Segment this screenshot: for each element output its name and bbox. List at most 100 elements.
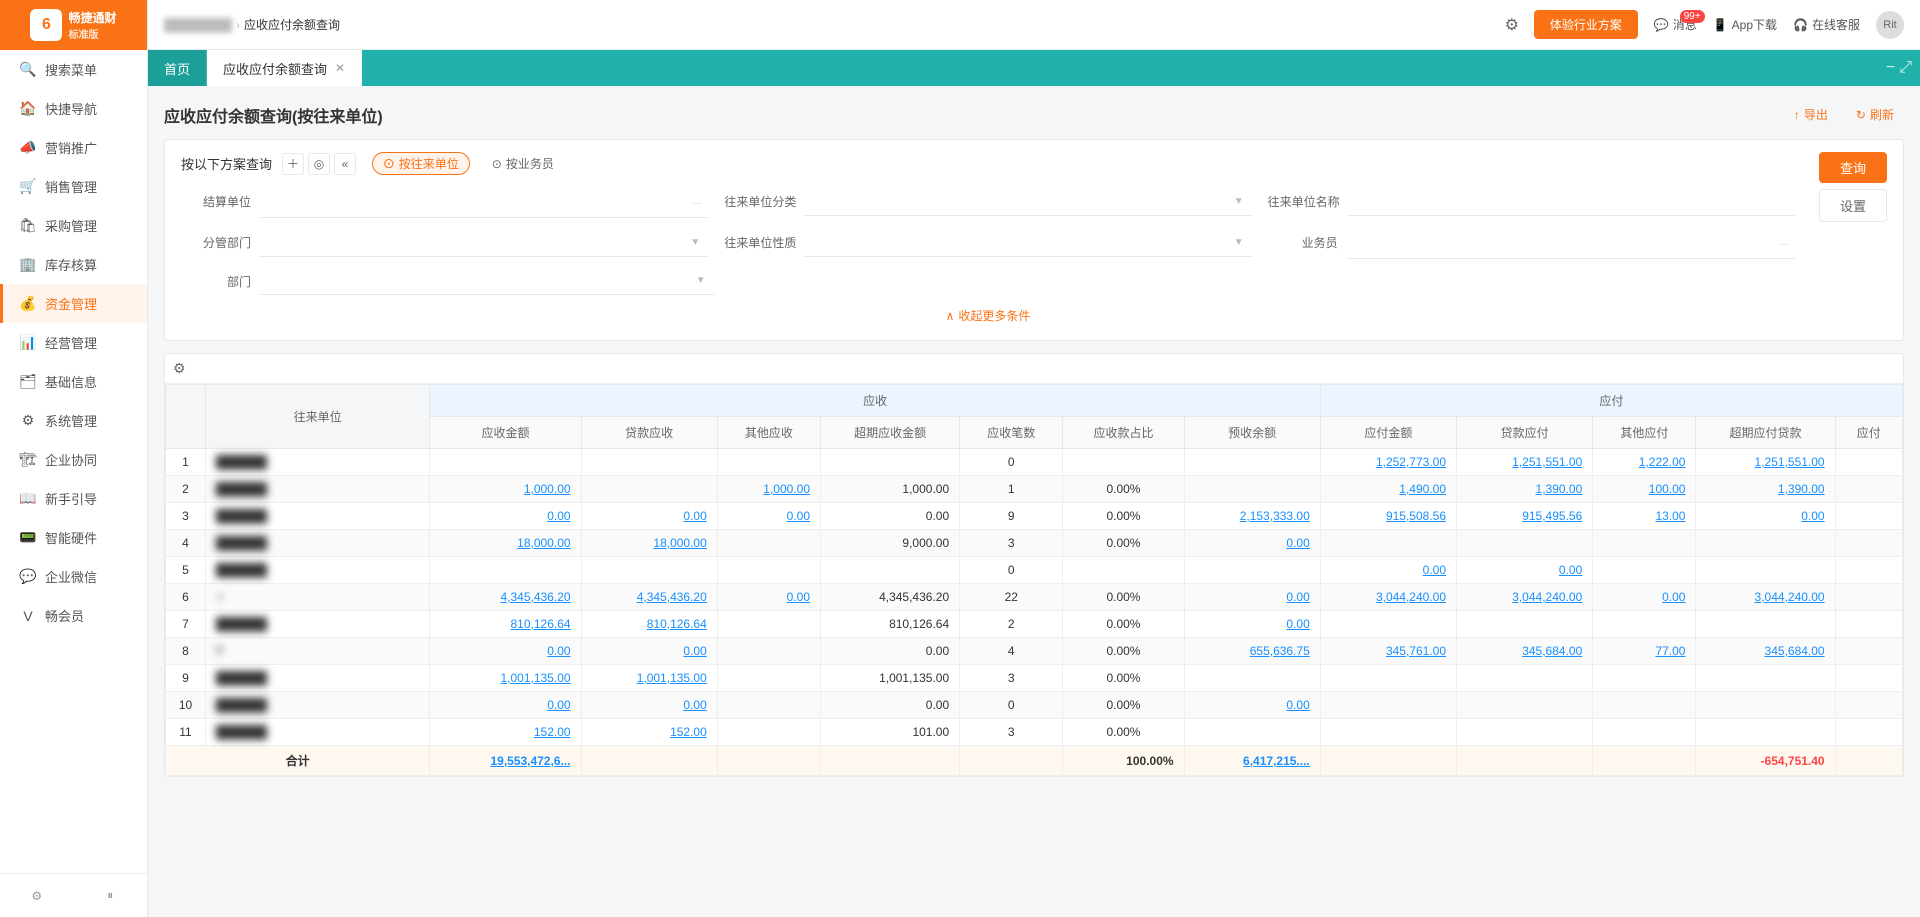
partner-name-input[interactable]	[1348, 188, 1795, 216]
sidebar-item-finance[interactable]: 💰 资金管理	[0, 284, 147, 323]
cell-rec-amount[interactable]: 0.00	[430, 503, 581, 530]
salesperson-input[interactable]	[1350, 228, 1779, 256]
tab-close-icon[interactable]: ✕	[335, 61, 345, 75]
cell-rec-ratio: 0.00%	[1063, 692, 1184, 719]
partner-category-select[interactable]: ▼	[804, 188, 1251, 216]
cell-rec-loan[interactable]: 4,345,436.20	[581, 584, 717, 611]
sidebar-item-inventory[interactable]: 🏢 库存核算	[0, 245, 147, 284]
sidebar-item-wechat[interactable]: 💬 企业微信	[0, 557, 147, 596]
cell-pay-other[interactable]: 0.00	[1593, 584, 1696, 611]
filter-target-btn[interactable]: ◎	[308, 153, 330, 175]
cell-rec-advance[interactable]: 0.00	[1184, 611, 1320, 638]
sidebar-settings-btn[interactable]: ⚙	[0, 882, 74, 909]
cell-pay-overdue[interactable]: 0.00	[1696, 503, 1835, 530]
cell-pay-other[interactable]: 77.00	[1593, 638, 1696, 665]
cell-pay-overdue[interactable]: 3,044,240.00	[1696, 584, 1835, 611]
cell-pay-loan[interactable]: 1,390.00	[1457, 476, 1593, 503]
table-settings-icon[interactable]: ⚙	[173, 360, 186, 377]
sidebar-item-vip[interactable]: V 畅会员	[0, 596, 147, 635]
cell-rec-loan[interactable]: 0.00	[581, 692, 717, 719]
sidebar-item-search[interactable]: 🔍 搜索菜单	[0, 50, 147, 89]
cell-rec-loan[interactable]: 1,001,135.00	[581, 665, 717, 692]
cell-rec-loan[interactable]: 810,126.64	[581, 611, 717, 638]
header-settings-icon[interactable]: ⚙	[1498, 11, 1526, 39]
collapse-filter-btn[interactable]: ∧ 收起更多条件	[181, 303, 1795, 328]
query-button[interactable]: 查询	[1819, 152, 1887, 183]
cell-rec-amount[interactable]: 0.00	[430, 638, 581, 665]
sidebar-item-hardware[interactable]: 📟 智能硬件	[0, 518, 147, 557]
cell-rec-advance[interactable]: 0.00	[1184, 692, 1320, 719]
cell-rec-amount[interactable]: 810,126.64	[430, 611, 581, 638]
cell-pay-amount[interactable]: 0.00	[1320, 557, 1456, 584]
total-rec-amount[interactable]: 19,553,472,6...	[430, 746, 581, 776]
branch-dept-select[interactable]: ▼	[259, 229, 708, 257]
sidebar-icon-wechat: 💬	[19, 568, 37, 586]
cell-pay-other[interactable]: 100.00	[1593, 476, 1696, 503]
settlement-unit-input[interactable]	[263, 187, 692, 215]
cell-rec-other[interactable]: 0.00	[717, 503, 820, 530]
cell-rec-loan	[581, 449, 717, 476]
cell-rec-amount[interactable]: 1,000.00	[430, 476, 581, 503]
cell-pay-loan[interactable]: 0.00	[1457, 557, 1593, 584]
dept-select[interactable]: ▼	[259, 267, 714, 295]
scheme-by-staff[interactable]: ⊙ 按业务员	[482, 153, 564, 174]
tab-home[interactable]: 首页	[148, 50, 207, 86]
settings-button[interactable]: 设置	[1819, 189, 1887, 222]
cell-pay-other[interactable]: 1,222.00	[1593, 449, 1696, 476]
partner-nature-select[interactable]: ▼	[804, 229, 1251, 257]
cell-rec-amount[interactable]: 4,345,436.20	[430, 584, 581, 611]
cell-rec-advance[interactable]: 655,636.75	[1184, 638, 1320, 665]
cell-pay-amount[interactable]: 345,761.00	[1320, 638, 1456, 665]
cell-rec-amount[interactable]: 1,001,135.00	[430, 665, 581, 692]
tab-minimize-icon[interactable]: −	[1886, 59, 1895, 77]
support-btn[interactable]: 🎧 在线客服	[1793, 16, 1860, 33]
cell-pay-loan[interactable]: 1,251,551.00	[1457, 449, 1593, 476]
add-filter-btn[interactable]: ＋	[282, 153, 304, 175]
cell-rec-loan[interactable]: 0.00	[581, 638, 717, 665]
cell-pay-amount[interactable]: 915,508.56	[1320, 503, 1456, 530]
cell-rec-loan[interactable]: 0.00	[581, 503, 717, 530]
filter-row-3: 部门 ▼	[181, 267, 1795, 295]
promo-button[interactable]: 体验行业方案	[1534, 10, 1638, 39]
cell-pay-other[interactable]: 13.00	[1593, 503, 1696, 530]
app-download-btn[interactable]: 📱 App下载	[1713, 16, 1777, 33]
sidebar-item-basic[interactable]: 🗂 基础信息	[0, 362, 147, 401]
tab-balance[interactable]: 应收应付余额查询 ✕	[207, 50, 362, 86]
cell-rec-other[interactable]: 1,000.00	[717, 476, 820, 503]
sidebar-item-sales[interactable]: 🛒 销售管理	[0, 167, 147, 206]
tab-expand-icon[interactable]: ⤢	[1899, 59, 1912, 77]
cell-rec-loan[interactable]: 152.00	[581, 719, 717, 746]
cell-rec-amount[interactable]: 152.00	[430, 719, 581, 746]
sidebar-item-purchase[interactable]: 🛍 采购管理	[0, 206, 147, 245]
cell-rec-loan[interactable]: 18,000.00	[581, 530, 717, 557]
scheme-by-partner[interactable]: ⊙ 按往来单位	[372, 152, 470, 175]
refresh-button[interactable]: ↻ 刷新	[1846, 102, 1904, 127]
cell-pay-loan[interactable]: 3,044,240.00	[1457, 584, 1593, 611]
export-button[interactable]: ↑ 导出	[1784, 102, 1838, 127]
sidebar-item-corp[interactable]: 🏗 企业协同	[0, 440, 147, 479]
cell-pay-overdue[interactable]: 345,684.00	[1696, 638, 1835, 665]
cell-rec-advance[interactable]: 2,153,333.00	[1184, 503, 1320, 530]
total-rec-advance[interactable]: 6,417,215....	[1184, 746, 1320, 776]
cell-rec-advance[interactable]: 0.00	[1184, 530, 1320, 557]
cell-pay-loan[interactable]: 345,684.00	[1457, 638, 1593, 665]
sidebar-item-operation[interactable]: 📊 经营管理	[0, 323, 147, 362]
cell-pay-overdue[interactable]: 1,251,551.00	[1696, 449, 1835, 476]
cell-pay-loan[interactable]: 915,495.56	[1457, 503, 1593, 530]
filter-collapse-left-btn[interactable]: «	[334, 153, 356, 175]
cell-rec-amount[interactable]: 0.00	[430, 692, 581, 719]
cell-rec-amount[interactable]: 18,000.00	[430, 530, 581, 557]
user-avatar[interactable]: Rit	[1876, 11, 1904, 39]
cell-pay-amount[interactable]: 3,044,240.00	[1320, 584, 1456, 611]
messages-btn[interactable]: 💬 消息 99+	[1654, 16, 1697, 33]
cell-pay-amount[interactable]: 1,490.00	[1320, 476, 1456, 503]
sidebar-item-quicknav[interactable]: 🏠 快捷导航	[0, 89, 147, 128]
sidebar-collapse-btn[interactable]: ⏸	[74, 882, 148, 909]
sidebar-item-system[interactable]: ⚙ 系统管理	[0, 401, 147, 440]
sidebar-item-marketing[interactable]: 📣 营销推广	[0, 128, 147, 167]
cell-rec-advance[interactable]: 0.00	[1184, 584, 1320, 611]
cell-pay-overdue[interactable]: 1,390.00	[1696, 476, 1835, 503]
cell-pay-amount[interactable]: 1,252,773.00	[1320, 449, 1456, 476]
cell-rec-other[interactable]: 0.00	[717, 584, 820, 611]
sidebar-item-guide[interactable]: 📖 新手引导	[0, 479, 147, 518]
